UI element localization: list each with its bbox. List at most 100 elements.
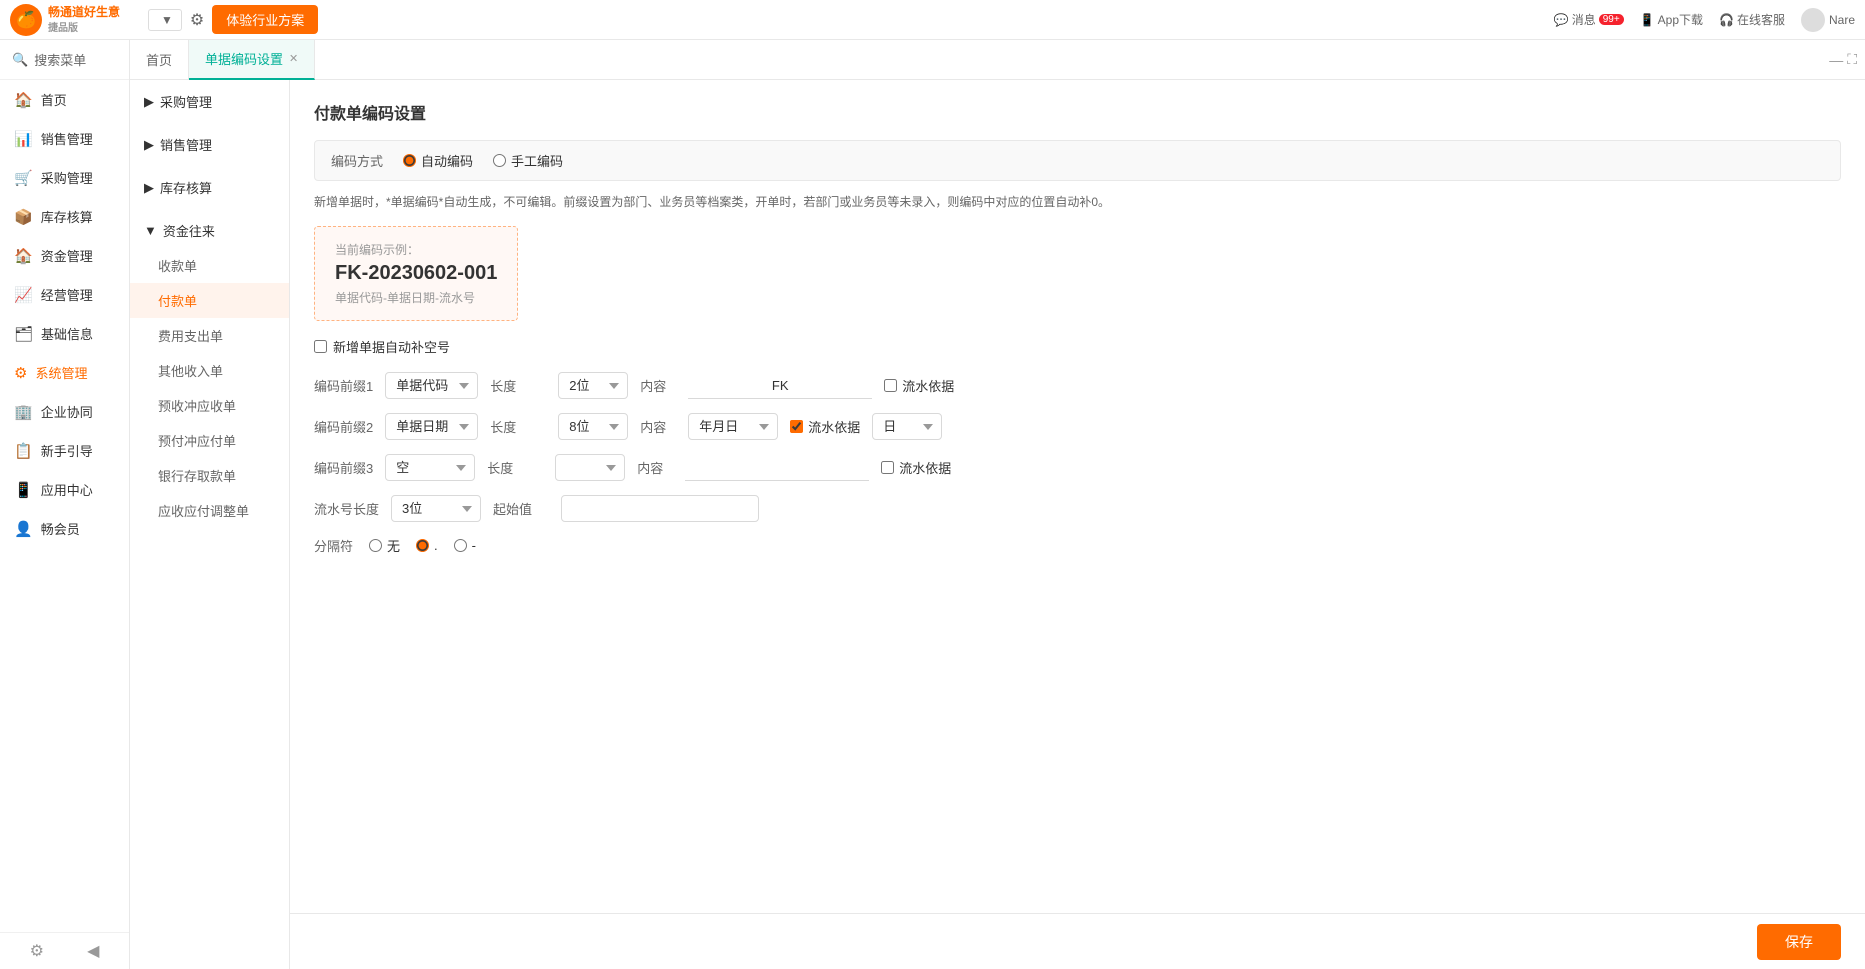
sub-sidebar: ▶ 采购管理 ▶ 销售管理 ▶ 库存核算 ▼ 资金往来 收款单 付款单 费用支出… <box>130 80 290 969</box>
sep-dot-radio[interactable] <box>416 539 429 552</box>
top-center: ▼ ⚙ 体验行业方案 <box>148 5 318 34</box>
workspace-dropdown[interactable]: ▼ <box>148 9 182 31</box>
serial2-unit-select[interactable]: 日 <box>872 413 942 440</box>
start-value-input[interactable]: 1 <box>561 495 759 522</box>
sidebar-item-guide[interactable]: 📋 新手引导 <box>0 431 129 470</box>
phone-icon: 📱 <box>1640 13 1655 27</box>
length1-select[interactable]: 2位 <box>558 372 628 399</box>
chevron-down-icon2: ▼ <box>144 223 157 238</box>
sep-hyphen-radio[interactable] <box>454 539 467 552</box>
serial2-checkbox[interactable] <box>790 420 803 433</box>
sep-hyphen-option[interactable]: - <box>454 538 476 553</box>
auto-code-option[interactable]: 自动编码 <box>403 151 473 170</box>
message-icon: 💬 <box>1554 13 1569 27</box>
settings-gear-button[interactable]: ⚙ <box>190 10 204 30</box>
tab-home-label: 首页 <box>146 50 172 69</box>
sep-none-radio[interactable] <box>369 539 382 552</box>
search-menu[interactable]: 🔍 搜索菜单 <box>0 40 129 80</box>
guide-icon: 📋 <box>14 442 33 460</box>
serial3-checkbox-label[interactable]: 流水依据 <box>881 458 951 477</box>
sidebar-label-sales: 销售管理 <box>41 129 93 148</box>
sidebar-settings-button[interactable]: ⚙ <box>30 941 44 961</box>
serial3-checkbox[interactable] <box>881 461 894 474</box>
sub-nav-expense[interactable]: 费用支出单 <box>130 318 289 353</box>
tab-maximize-button[interactable]: ⛶ <box>1847 51 1857 68</box>
app-download-label: App下载 <box>1658 11 1703 28</box>
logo-text-block: 畅通道好生意 捷品版 <box>48 5 120 34</box>
sidebar-item-operations[interactable]: 📈 经营管理 <box>0 275 129 314</box>
info-text: 新增单据时，*单据编码*自动生成，不可编辑。前缀设置为部门、业务员等档案类，开单… <box>314 193 1841 212</box>
user-area[interactable]: Nare <box>1801 8 1855 32</box>
sidebar-item-member[interactable]: 👤 畅会员 <box>0 509 129 548</box>
prefix1-label: 编码前缀1 <box>314 376 373 395</box>
sidebar-item-home[interactable]: 🏠 首页 <box>0 80 129 119</box>
sidebar-item-enterprise[interactable]: 🏢 企业协同 <box>0 392 129 431</box>
sidebar-item-finance[interactable]: 🏠 资金管理 <box>0 236 129 275</box>
content2-label: 内容 <box>640 417 676 436</box>
sub-nav-purchase-header[interactable]: ▶ 采购管理 <box>130 84 289 119</box>
serial1-checkbox[interactable] <box>884 379 897 392</box>
sub-nav-other-income[interactable]: 其他收入单 <box>130 353 289 388</box>
save-button[interactable]: 保存 <box>1757 924 1841 960</box>
length2-select[interactable]: 8位 <box>558 413 628 440</box>
sub-nav-receipt[interactable]: 收款单 <box>130 248 289 283</box>
basic-icon: 🗂 <box>14 325 33 343</box>
sidebar-item-sales[interactable]: 📊 销售管理 <box>0 119 129 158</box>
logo-icon: 🍊 <box>10 4 42 36</box>
manual-code-label: 手工编码 <box>511 151 563 170</box>
logo: 🍊 畅通道好生意 捷品版 <box>10 4 140 36</box>
sidebar-item-purchase[interactable]: 🛒 采购管理 <box>0 158 129 197</box>
sidebar-collapse-button[interactable]: ◀ <box>87 941 99 961</box>
content3-input[interactable] <box>685 455 869 481</box>
sep-dot-option[interactable]: . <box>416 538 438 553</box>
auto-fill-checkbox[interactable] <box>314 340 327 353</box>
page-title: 付款单编码设置 <box>314 100 1841 124</box>
sub-nav-prepay-payment[interactable]: 预付冲应付单 <box>130 423 289 458</box>
serial2-checkbox-label[interactable]: 流水依据 <box>790 417 860 436</box>
serial-length-select[interactable]: 3位 <box>391 495 481 522</box>
prefix3-row: 编码前缀3 空 长度 内容 流水依据 <box>314 454 1841 481</box>
separator-label: 分隔符 <box>314 536 353 555</box>
app-download-button[interactable]: 📱 App下载 <box>1640 11 1703 28</box>
sub-nav-sales-header[interactable]: ▶ 销售管理 <box>130 127 289 162</box>
auto-code-radio[interactable] <box>403 154 416 167</box>
manual-code-radio[interactable] <box>493 154 506 167</box>
tab-home[interactable]: 首页 <box>130 40 189 80</box>
prefix2-select[interactable]: 单据日期 <box>385 413 478 440</box>
sub-nav-prepay-receivable[interactable]: 预收冲应收单 <box>130 388 289 423</box>
content2-select[interactable]: 年月日 <box>688 413 778 440</box>
tab-encoding[interactable]: 单据编码设置 ✕ <box>189 40 315 80</box>
tab-close-icon[interactable]: ✕ <box>289 52 298 65</box>
prefix1-select[interactable]: 单据代码 <box>385 372 478 399</box>
sub-nav-payment[interactable]: 付款单 <box>130 283 289 318</box>
search-menu-label: 搜索菜单 <box>34 50 86 69</box>
prefix3-select[interactable]: 空 <box>385 454 475 481</box>
auto-fill-row: 新增单据自动补空号 <box>314 337 1841 356</box>
sub-nav-capital-header[interactable]: ▼ 资金往来 <box>130 213 289 248</box>
sidebar-label-enterprise: 企业协同 <box>41 402 93 421</box>
sidebar-item-system[interactable]: ⚙ 系统管理 <box>0 353 129 392</box>
length3-select[interactable] <box>555 454 625 481</box>
manual-code-option[interactable]: 手工编码 <box>493 151 563 170</box>
tabs-bar: 首页 单据编码设置 ✕ — ⛶ <box>130 40 1865 80</box>
prefix1-row: 编码前缀1 单据代码 长度 2位 内容 流水依据 <box>314 372 1841 399</box>
message-button[interactable]: 💬 消息 99+ <box>1554 11 1624 28</box>
serial1-checkbox-label[interactable]: 流水依据 <box>884 376 954 395</box>
sidebar-item-inventory[interactable]: 📦 库存核算 <box>0 197 129 236</box>
sub-nav-inventory-header[interactable]: ▶ 库存核算 <box>130 170 289 205</box>
trial-button[interactable]: 体验行业方案 <box>212 5 318 34</box>
sep-none-option[interactable]: 无 <box>369 536 400 555</box>
content1-input[interactable] <box>688 373 872 399</box>
content1-label: 内容 <box>640 376 676 395</box>
sub-nav-bank-deposit[interactable]: 银行存取款单 <box>130 458 289 493</box>
sidebar-item-basic[interactable]: 🗂 基础信息 <box>0 314 129 353</box>
sub-nav-adjust[interactable]: 应收应付调整单 <box>130 493 289 528</box>
sidebar-label-member: 畅会员 <box>41 519 80 538</box>
tab-minimize-button[interactable]: — <box>1829 52 1843 68</box>
enterprise-icon: 🏢 <box>14 403 33 421</box>
chevron-right-icon: ▶ <box>144 94 154 110</box>
sidebar-item-apps[interactable]: 📱 应用中心 <box>0 470 129 509</box>
online-service-button[interactable]: 🎧 在线客服 <box>1719 11 1785 28</box>
sub-nav-purchase-label: 采购管理 <box>160 92 212 111</box>
apps-icon: 📱 <box>14 481 33 499</box>
